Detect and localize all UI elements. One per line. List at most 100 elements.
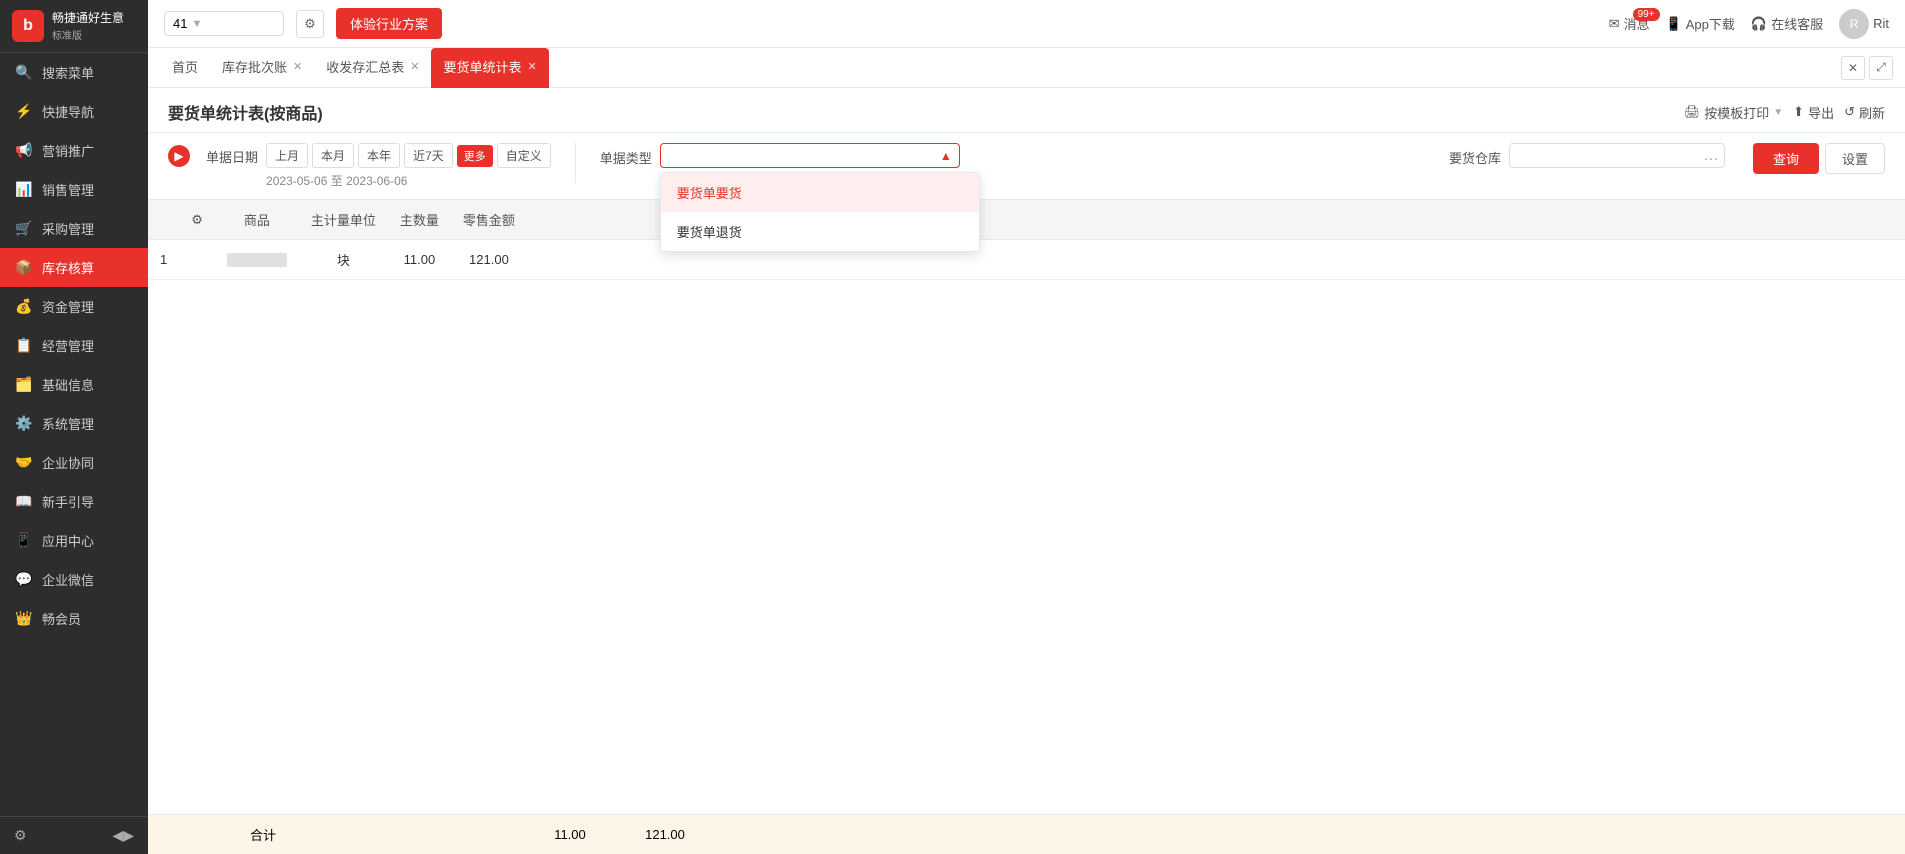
type-arrow-up-icon[interactable]: ▲ xyxy=(940,149,952,163)
type-filter-section: 单据类型 ▲ 要货单要货 要货单退货 xyxy=(600,143,960,168)
filter-bar: ▶ 单据日期 上月 本月 本年 近7天 更多 自定义 2023-05-06 至 … xyxy=(148,133,1905,200)
type-search-input[interactable] xyxy=(660,143,960,168)
main-area: 41 ▼ ⚙ 体验行业方案 ✉ 消息 99+ 📱 App下载 🎧 在线客服 xyxy=(148,0,1905,854)
sidebar-item-apps[interactable]: 📱 应用中心 xyxy=(0,521,148,560)
filter-expand-button[interactable]: ▶ xyxy=(168,145,190,167)
warehouse-search-input[interactable] xyxy=(1509,143,1725,168)
tab-home[interactable]: 首页 xyxy=(160,48,210,88)
sidebar-item-label: 营销推广 xyxy=(42,141,94,160)
export-button[interactable]: ⬆ 导出 xyxy=(1793,103,1834,122)
chevron-down-icon: ▼ xyxy=(191,18,202,30)
basic-icon: 🗂️ xyxy=(14,376,34,393)
gear-settings-button[interactable]: ⚙ xyxy=(296,10,324,38)
sidebar-item-label: 应用中心 xyxy=(42,531,94,550)
app-download-button[interactable]: 📱 App下载 xyxy=(1666,14,1735,33)
sidebar-item-operation[interactable]: 📋 经营管理 xyxy=(0,326,148,365)
type-option-return[interactable]: 要货单退货 xyxy=(661,212,979,251)
sales-icon: 📊 xyxy=(14,181,34,198)
date-cur-month-btn[interactable]: 本月 xyxy=(312,143,354,168)
sidebar-item-finance[interactable]: 💰 资金管理 xyxy=(0,287,148,326)
col-product: 商品 xyxy=(215,200,299,240)
export-icon: ⬆ xyxy=(1793,104,1804,120)
print-button[interactable]: 🖨 按模板打印 ▼ xyxy=(1684,103,1783,122)
online-service-button[interactable]: 🎧 在线客服 xyxy=(1751,14,1823,33)
print-label: 按模板打印 xyxy=(1704,103,1769,122)
tab-recv-summary[interactable]: 收发存汇总表 ✕ xyxy=(314,48,431,88)
system-icon: ⚙️ xyxy=(14,415,34,432)
marketing-icon: 📢 xyxy=(14,142,34,159)
enterprise-icon: 🤝 xyxy=(14,454,34,471)
table-body: 1 块 11.00 121.00 xyxy=(148,240,1905,280)
tab-recv-summary-close[interactable]: ✕ xyxy=(410,60,419,73)
tab-expand-btns: ✕ ⤢ xyxy=(1841,56,1893,80)
date-btn-row: 上月 本月 本年 近7天 更多 自定义 xyxy=(266,143,551,168)
sidebar-item-sales[interactable]: 📊 销售管理 xyxy=(0,170,148,209)
col-settings[interactable]: ⚙ xyxy=(179,200,215,240)
user-name: Rit xyxy=(1873,16,1889,31)
sidebar-item-label: 销售管理 xyxy=(42,180,94,199)
cell-unit: 块 xyxy=(299,240,388,280)
sidebar-item-system[interactable]: ⚙️ 系统管理 xyxy=(0,404,148,443)
refresh-button[interactable]: ↺ 刷新 xyxy=(1844,103,1885,122)
date-more-btn[interactable]: 更多 xyxy=(457,145,493,167)
settings-footer-icon[interactable]: ⚙ xyxy=(14,827,27,844)
filter-divider-1 xyxy=(575,143,576,183)
sidebar-item-inventory[interactable]: 📦 库存核算 xyxy=(0,248,148,287)
table-row: 1 块 11.00 121.00 xyxy=(148,240,1905,280)
table-header-row: ⚙ 商品 主计量单位 主数量 零售金额 xyxy=(148,200,1905,240)
app-download-label: App下载 xyxy=(1686,14,1735,33)
cell-product xyxy=(215,240,299,280)
sidebar-item-basic[interactable]: 🗂️ 基础信息 xyxy=(0,365,148,404)
cell-amount: 121.00 xyxy=(451,240,527,280)
tab-inventory-batch-close[interactable]: ✕ xyxy=(293,60,302,73)
sidebar-item-wechat[interactable]: 💬 企业微信 xyxy=(0,560,148,599)
warehouse-more-icon[interactable]: … xyxy=(1703,147,1719,165)
app-name-block: 畅捷通好生意 标准版 xyxy=(52,10,124,42)
sidebar-item-search[interactable]: 🔍 搜索菜单 xyxy=(0,53,148,92)
trial-button[interactable]: 体验行业方案 xyxy=(336,8,442,39)
setting-button[interactable]: 设置 xyxy=(1825,143,1885,174)
type-option-order[interactable]: 要货单要货 xyxy=(661,173,979,212)
page-title: 要货单统计表(按商品) xyxy=(168,100,323,124)
date-prev-month-btn[interactable]: 上月 xyxy=(266,143,308,168)
cell-qty: 11.00 xyxy=(388,240,451,280)
footer-label: 合计 xyxy=(250,825,400,844)
sidebar-item-label: 采购管理 xyxy=(42,219,94,238)
sidebar-item-marketing[interactable]: 📢 营销推广 xyxy=(0,131,148,170)
col-amount: 零售金额 xyxy=(451,200,527,240)
sidebar-item-guide[interactable]: 📖 新手引导 xyxy=(0,482,148,521)
date-year-btn[interactable]: 本年 xyxy=(358,143,400,168)
search-icon: 🔍 xyxy=(14,64,34,81)
tab-home-label: 首页 xyxy=(172,57,198,76)
user-avatar-button[interactable]: R Rit xyxy=(1839,9,1889,39)
query-button[interactable]: 查询 xyxy=(1753,143,1819,174)
purchase-icon: 🛒 xyxy=(14,220,34,237)
table-area: ⚙ 商品 主计量单位 主数量 零售金额 1 xyxy=(148,200,1905,814)
tab-order-stats[interactable]: 要货单统计表 ✕ xyxy=(431,48,548,88)
sidebar-nav: 🔍 搜索菜单 ⚡ 快捷导航 📢 营销推广 📊 销售管理 🛒 采购管理 📦 库存核… xyxy=(0,53,148,816)
member-icon: 👑 xyxy=(14,610,34,627)
tab-order-stats-close[interactable]: ✕ xyxy=(528,60,537,73)
date-7days-btn[interactable]: 近7天 xyxy=(404,143,453,168)
tab-close-all-button[interactable]: ✕ xyxy=(1841,56,1865,80)
sidebar-item-purchase[interactable]: 🛒 采购管理 xyxy=(0,209,148,248)
header-left: 41 ▼ ⚙ 体验行业方案 xyxy=(164,8,442,39)
tab-bar: 首页 库存批次账 ✕ 收发存汇总表 ✕ 要货单统计表 ✕ ✕ ⤢ xyxy=(148,48,1905,88)
store-selector[interactable]: 41 ▼ xyxy=(164,11,284,36)
sidebar-item-member[interactable]: 👑 畅会员 xyxy=(0,599,148,638)
refresh-icon: ↺ xyxy=(1844,104,1855,120)
cell-index: 1 xyxy=(148,240,179,280)
date-range-text: 2023-05-06 至 2023-06-06 xyxy=(266,172,551,189)
type-input-wrap: ▲ 要货单要货 要货单退货 xyxy=(660,143,960,168)
tab-inventory-batch[interactable]: 库存批次账 ✕ xyxy=(210,48,314,88)
collapse-footer-icon[interactable]: ◀▶ xyxy=(112,827,134,844)
col-unit: 主计量单位 xyxy=(299,200,388,240)
tab-expand-button[interactable]: ⤢ xyxy=(1869,56,1893,80)
date-custom-btn[interactable]: 自定义 xyxy=(497,143,551,168)
page-header-actions: 🖨 按模板打印 ▼ ⬆ 导出 ↺ 刷新 xyxy=(1684,103,1885,122)
sidebar-item-quick[interactable]: ⚡ 快捷导航 xyxy=(0,92,148,131)
message-icon: ✉ xyxy=(1609,16,1620,32)
sidebar-item-enterprise[interactable]: 🤝 企业协同 xyxy=(0,443,148,482)
header-right: ✉ 消息 99+ 📱 App下载 🎧 在线客服 R Rit xyxy=(1609,9,1889,39)
messages-button[interactable]: ✉ 消息 99+ xyxy=(1609,14,1650,33)
